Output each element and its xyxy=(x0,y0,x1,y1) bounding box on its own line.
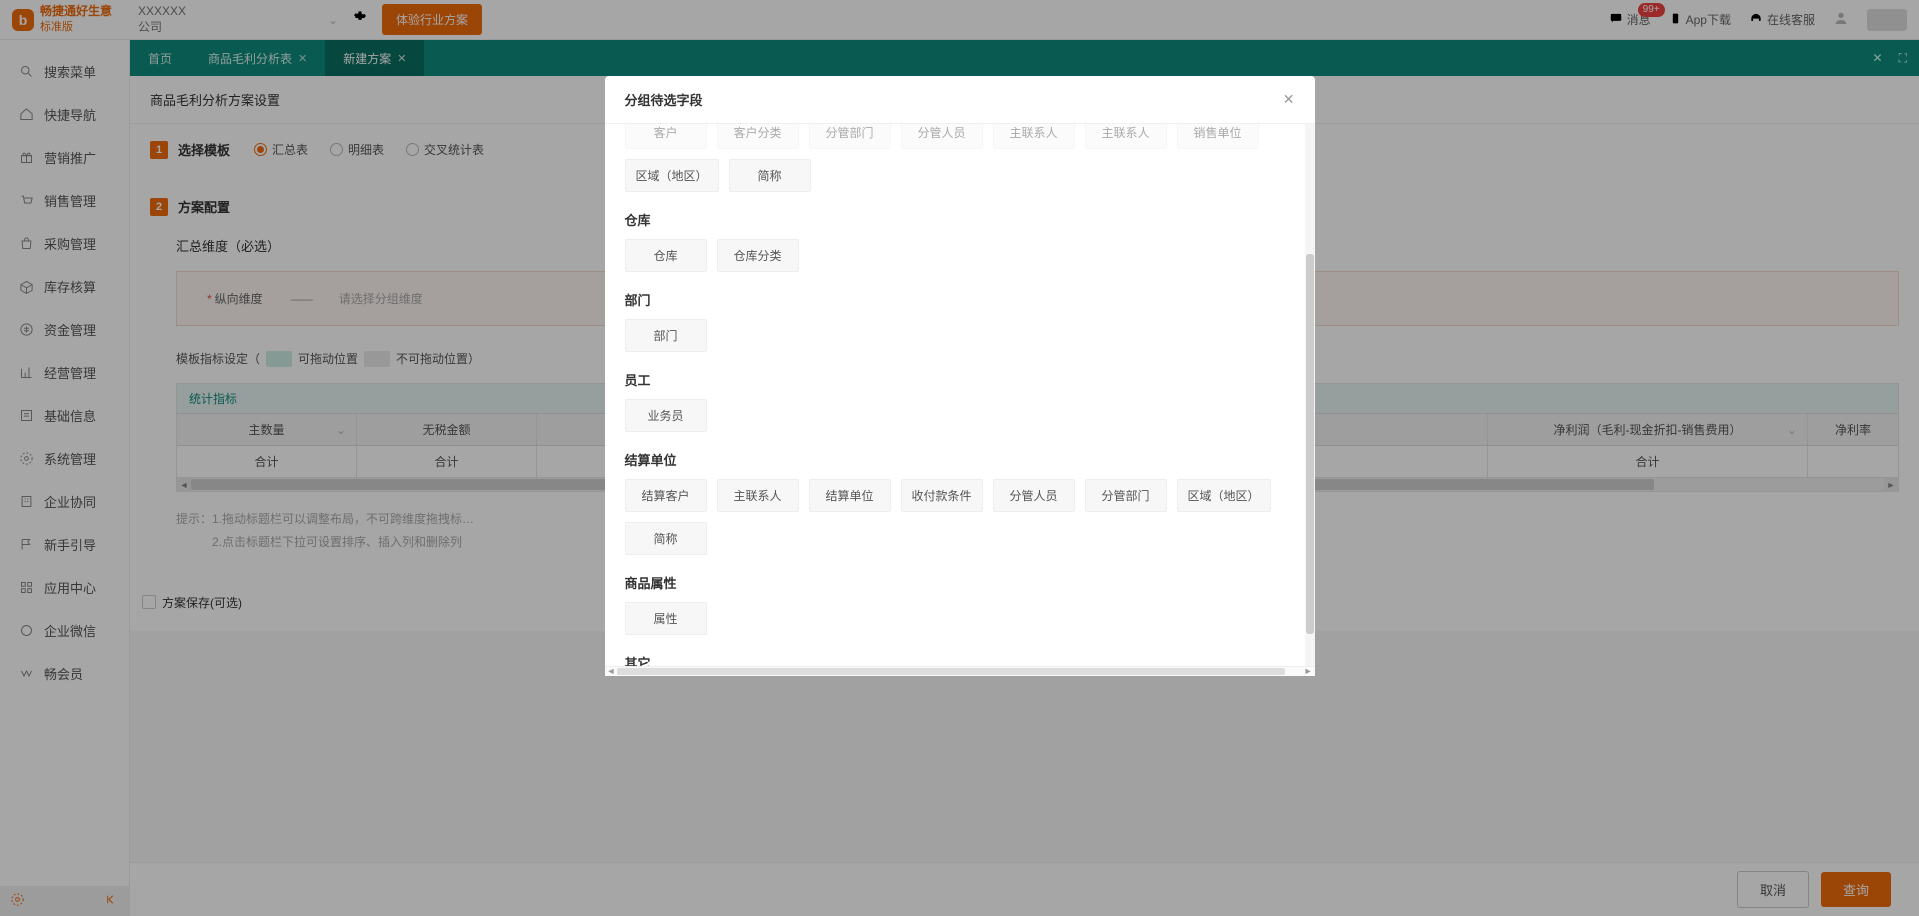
field-tag[interactable]: 销售单位 xyxy=(1177,124,1259,149)
field-tag[interactable]: 收付款条件 xyxy=(901,479,983,512)
field-tag-row: 结算客户主联系人结算单位收付款条件分管人员分管部门区域（地区） 简称 xyxy=(625,479,1285,555)
field-group-title: 仓库 xyxy=(625,210,1285,229)
field-tag[interactable]: 分管人员 xyxy=(901,124,983,149)
field-tag[interactable]: 仓库分类 xyxy=(717,239,799,272)
field-group-title: 员工 xyxy=(625,370,1285,389)
field-tag[interactable]: 结算单位 xyxy=(809,479,891,512)
modal-title: 分组待选字段 xyxy=(625,90,703,109)
field-tag[interactable]: 业务员 xyxy=(625,399,707,432)
field-tag-row: 业务员 xyxy=(625,399,1285,432)
modal-vertical-scrollbar[interactable] xyxy=(1305,124,1315,666)
field-tag[interactable]: 部门 xyxy=(625,319,707,352)
field-tag[interactable]: 主联系人 xyxy=(717,479,799,512)
field-tag[interactable]: 客户分类 xyxy=(717,124,799,149)
partial-tag-row-2: 区域（地区） 简称 xyxy=(625,159,1285,192)
field-tag-row: 属性 xyxy=(625,602,1285,635)
close-icon[interactable]: ✕ xyxy=(1283,91,1295,108)
scroll-thumb[interactable] xyxy=(617,668,1285,675)
field-group-title: 商品属性 xyxy=(625,573,1285,592)
field-tag[interactable]: 分管人员 xyxy=(993,479,1075,512)
field-tag[interactable]: 区域（地区） xyxy=(625,159,719,192)
field-tag[interactable]: 结算客户 xyxy=(625,479,707,512)
modal-header: 分组待选字段 ✕ xyxy=(605,76,1315,124)
field-tag[interactable]: 分管部门 xyxy=(809,124,891,149)
partial-tag-row-1: 客户 客户分类 分管部门 分管人员 主联系人 主联系人 销售单位 xyxy=(625,124,1285,149)
field-tag[interactable]: 区域（地区） xyxy=(1177,479,1271,512)
field-tag[interactable]: 属性 xyxy=(625,602,707,635)
field-tag[interactable]: 简称 xyxy=(625,522,707,555)
field-tag[interactable]: 主联系人 xyxy=(1085,124,1167,149)
field-tag[interactable]: 仓库 xyxy=(625,239,707,272)
field-tag[interactable]: 分管部门 xyxy=(1085,479,1167,512)
field-group-title: 部门 xyxy=(625,290,1285,309)
field-group-title: 其它 xyxy=(625,653,1285,666)
field-tag[interactable]: 主联系人 xyxy=(993,124,1075,149)
field-tag[interactable]: 简称 xyxy=(729,159,811,192)
field-selector-modal: 分组待选字段 ✕ 客户 客户分类 分管部门 分管人员 主联系人 主联系人 销售单… xyxy=(605,76,1315,676)
field-group-title: 结算单位 xyxy=(625,450,1285,469)
field-tag-row: 部门 xyxy=(625,319,1285,352)
modal-body: 客户 客户分类 分管部门 分管人员 主联系人 主联系人 销售单位 区域（地区） … xyxy=(605,124,1305,666)
field-tag-row: 仓库仓库分类 xyxy=(625,239,1285,272)
scroll-thumb[interactable] xyxy=(1306,254,1314,634)
modal-horizontal-scrollbar[interactable] xyxy=(605,666,1315,676)
field-tag[interactable]: 客户 xyxy=(625,124,707,149)
